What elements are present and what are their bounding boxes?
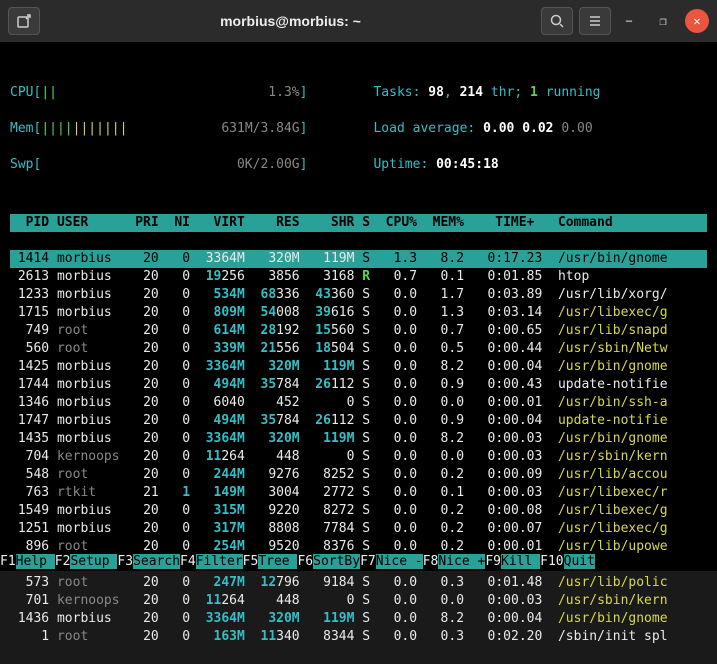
fkey: F10 xyxy=(540,554,563,569)
process-list[interactable]: 1414 morbius 20 0 3364M 320M 119M S 1.3 … xyxy=(10,250,707,646)
fkey-label[interactable]: Filter xyxy=(196,554,243,569)
process-header[interactable]: PID USER PRI NI VIRT RES SHR S CPU% MEM%… xyxy=(10,214,707,232)
menu-button[interactable] xyxy=(579,7,611,35)
table-row[interactable]: 1747 morbius 20 0 494M 35784 26112 S 0.0… xyxy=(10,412,707,430)
table-row[interactable]: 1435 morbius 20 0 3364M 320M 119M S 0.0 … xyxy=(10,430,707,448)
fkey: F2 xyxy=(55,554,71,569)
fkey-label[interactable]: Nice - xyxy=(376,554,423,569)
fkey-label[interactable]: SortBy xyxy=(313,554,360,569)
swp-val: 0K/2.00G xyxy=(237,157,300,172)
terminal[interactable]: CPU[|| 1.3%] Tasks: 98, 214 thr; 1 runni… xyxy=(0,42,717,571)
new-tab-icon xyxy=(16,13,32,29)
function-bar[interactable]: F1Help F2Setup F3SearchF4FilterF5Tree F6… xyxy=(0,554,717,571)
fkey: F7 xyxy=(360,554,376,569)
table-row[interactable]: 1 root 20 0 163M 11340 8344 S 0.0 0.3 0:… xyxy=(10,628,707,646)
window-title: morbius@morbius: ~ xyxy=(46,13,535,29)
fkey-label[interactable]: Help xyxy=(16,554,55,569)
table-row[interactable]: 2613 morbius 20 0 19256 3856 3168 R 0.7 … xyxy=(10,268,707,286)
fkey-label[interactable]: Nice + xyxy=(438,554,485,569)
table-row[interactable]: 1251 morbius 20 0 317M 8808 7784 S 0.0 0… xyxy=(10,520,707,538)
fkey-label[interactable]: Tree xyxy=(258,554,297,569)
fkey: F6 xyxy=(297,554,313,569)
table-row[interactable]: 749 root 20 0 614M 28192 15560 S 0.0 0.7… xyxy=(10,322,707,340)
fkey-label[interactable]: Quit xyxy=(564,554,595,569)
fkey-label[interactable]: Setup xyxy=(70,554,117,569)
table-row[interactable]: 1414 morbius 20 0 3364M 320M 119M S 1.3 … xyxy=(10,250,707,268)
table-row[interactable]: 704 kernoops 20 0 11264 448 0 S 0.0 0.0 … xyxy=(10,448,707,466)
minimize-button[interactable]: − xyxy=(617,9,641,33)
new-tab-button[interactable] xyxy=(8,7,40,35)
cpu-pct: 1.3% xyxy=(268,85,299,100)
maximize-button[interactable]: ❐ xyxy=(651,9,675,33)
load-15: 0.00 xyxy=(561,121,592,136)
fkey: F5 xyxy=(243,554,259,569)
tasks-count: 98 xyxy=(428,85,444,100)
table-row[interactable]: 1436 morbius 20 0 3364M 320M 119M S 0.0 … xyxy=(10,610,707,628)
fkey-label[interactable]: Search xyxy=(133,554,180,569)
table-row[interactable]: 1346 morbius 20 0 6040 452 0 S 0.0 0.0 0… xyxy=(10,394,707,412)
menu-icon xyxy=(587,13,603,29)
cpu-label: CPU xyxy=(10,85,33,100)
load-5: 0.02 xyxy=(522,121,553,136)
fkey: F8 xyxy=(423,554,439,569)
table-row[interactable]: 1425 morbius 20 0 3364M 320M 119M S 0.0 … xyxy=(10,358,707,376)
table-row[interactable]: 1549 morbius 20 0 315M 9220 8272 S 0.0 0… xyxy=(10,502,707,520)
table-row[interactable]: 573 root 20 0 247M 12796 9184 S 0.0 0.3 … xyxy=(10,574,707,592)
search-icon xyxy=(549,13,565,29)
table-row[interactable]: 560 root 20 0 339M 21556 18504 S 0.0 0.5… xyxy=(10,340,707,358)
swp-label: Swp xyxy=(10,157,33,172)
mem-val: 631M/3.84G xyxy=(221,121,299,136)
close-button[interactable]: ✕ xyxy=(685,9,709,33)
fkey: F1 xyxy=(0,554,16,569)
fkey: F4 xyxy=(180,554,196,569)
search-button[interactable] xyxy=(541,7,573,35)
window-titlebar: morbius@morbius: ~ − ❐ ✕ xyxy=(0,0,717,42)
fkey: F3 xyxy=(117,554,133,569)
fkey-label[interactable]: Kill xyxy=(501,554,540,569)
table-row[interactable]: 1715 morbius 20 0 809M 54008 39616 S 0.0… xyxy=(10,304,707,322)
meters: CPU[|| 1.3%] Tasks: 98, 214 thr; 1 runni… xyxy=(10,66,707,192)
mem-label: Mem xyxy=(10,121,33,136)
table-row[interactable]: 548 root 20 0 244M 9276 8252 S 0.0 0.2 0… xyxy=(10,466,707,484)
table-row[interactable]: 1233 morbius 20 0 534M 68336 43360 S 0.0… xyxy=(10,286,707,304)
threads-count: 214 xyxy=(460,85,483,100)
load-1: 0.00 xyxy=(483,121,514,136)
table-row[interactable]: 1744 morbius 20 0 494M 35784 26112 S 0.0… xyxy=(10,376,707,394)
table-row[interactable]: 763 rtkit 21 1 149M 3004 2772 S 0.0 0.1 … xyxy=(10,484,707,502)
fkey: F9 xyxy=(485,554,501,569)
running-count: 1 xyxy=(530,85,538,100)
uptime: 00:45:18 xyxy=(436,157,499,172)
table-row[interactable]: 701 kernoops 20 0 11264 448 0 S 0.0 0.0 … xyxy=(10,592,707,610)
